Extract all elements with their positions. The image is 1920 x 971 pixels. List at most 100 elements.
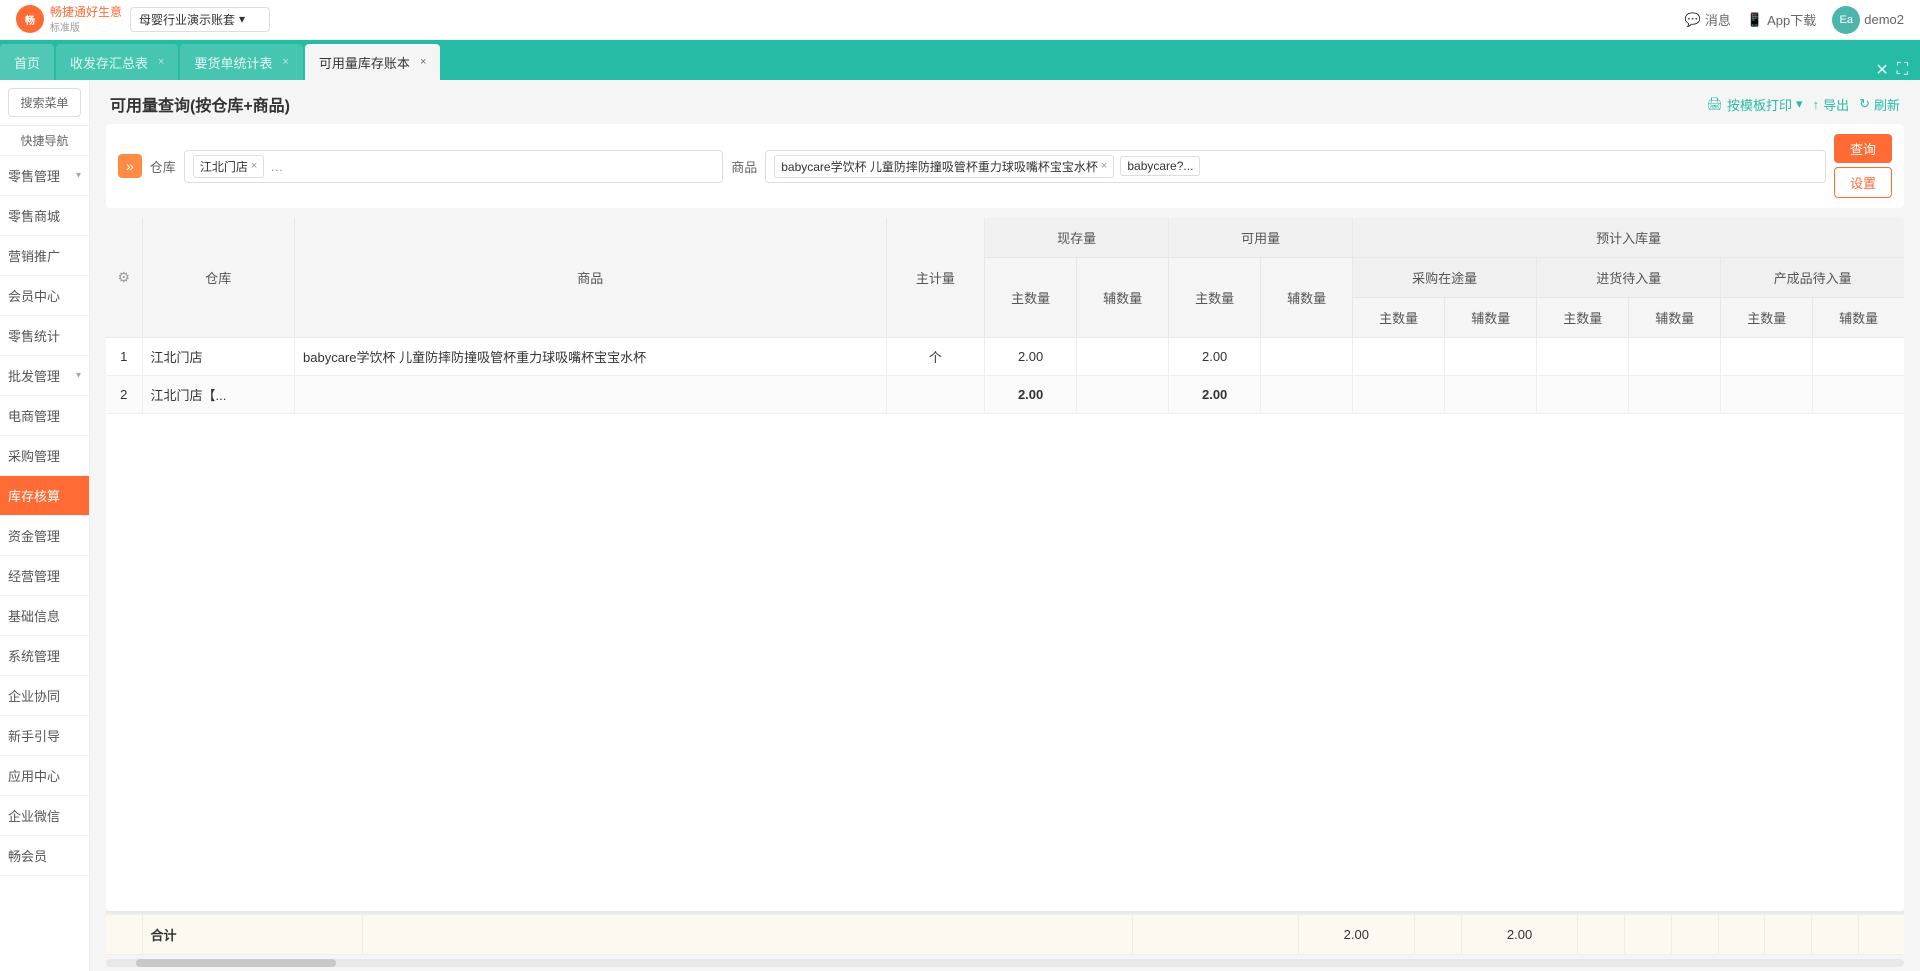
sidebar-item-purchase[interactable]: 采购管理 [0, 436, 89, 476]
summary-available-main: 2.00 [1461, 914, 1577, 955]
summary-table: 合计 2.00 2.00 [106, 913, 1904, 955]
logo-text-area: 畅捷通好生意 标准版 [50, 5, 122, 34]
export-btn[interactable]: ↑ 导出 [1813, 95, 1850, 114]
tab-receive[interactable]: 收发存汇总表 × [56, 44, 178, 80]
org-selector[interactable]: 母婴行业演示账套 ▾ [130, 7, 270, 32]
tab-order-close[interactable]: × [282, 56, 288, 68]
page-title: 可用量查询(按仓库+商品) [110, 92, 290, 116]
warehouse-more-icon[interactable]: … [270, 159, 283, 174]
print-btn[interactable]: 🖨 按模板打印 ▾ [1707, 95, 1803, 114]
th-purchase-group: 采购在途量 [1353, 258, 1537, 298]
sidebar-item-system[interactable]: 系统管理 [0, 636, 89, 676]
sidebar-item-enterprise[interactable]: 企业协同 [0, 676, 89, 716]
sidebar-item-wholesale-label: 批发管理 [8, 366, 60, 385]
row-2-stock-aux [1077, 376, 1169, 414]
row-1-stock-aux [1077, 338, 1169, 376]
quick-nav-btn[interactable]: 快捷导航 [0, 126, 89, 156]
tab-order-label: 要货单统计表 [194, 53, 272, 72]
summary-purchase-main [1625, 914, 1672, 955]
th-planned-group: 预计入库量 [1353, 218, 1904, 258]
summary-empty-1 [106, 914, 142, 955]
sidebar-item-finance[interactable]: 资金管理 [0, 516, 89, 556]
sidebar-item-basics[interactable]: 基础信息 [0, 596, 89, 636]
th-purchase-main: 主数量 [1353, 298, 1445, 338]
app-download-btn[interactable]: 📱 App下载 [1747, 10, 1816, 29]
tab-receive-close[interactable]: × [158, 56, 164, 68]
product-tag-1: babycare学饮杯 儿童防摔防撞吸管杯重力球吸嘴杯宝宝水杯 × [774, 155, 1114, 178]
sidebar-item-marketing[interactable]: 营销推广 [0, 236, 89, 276]
tab-home[interactable]: 首页 [0, 44, 54, 80]
tab-available-label: 可用量库存账本 [319, 53, 410, 72]
sidebar-item-retail-stats[interactable]: 零售统计 [0, 316, 89, 356]
sidebar-item-member[interactable]: 会员中心 [0, 276, 89, 316]
th-settings: ⚙ [106, 218, 142, 338]
row-2-warehouse: 江北门店【... [142, 376, 295, 414]
filter-expand-btn[interactable]: » [118, 154, 142, 178]
product-tag-2: babycare?... [1120, 156, 1200, 176]
row-2-purchase-main [1353, 376, 1445, 414]
th-production-group: 产成品待入量 [1721, 258, 1904, 298]
refresh-icon: ↻ [1859, 96, 1870, 112]
horizontal-scrollbar[interactable] [106, 955, 1904, 971]
summary-unit-empty [1133, 914, 1298, 955]
row-1-available-aux [1261, 338, 1353, 376]
chevron-down-icon: ▾ [239, 12, 245, 26]
top-bar: 畅 畅捷通好生意 标准版 母婴行业演示账套 ▾ 💬 消息 📱 App下载 Ea … [0, 0, 1920, 40]
th-stock-main: 主数量 [985, 258, 1077, 338]
scrollbar-thumb[interactable] [136, 959, 336, 967]
th-available-group: 可用量 [1169, 218, 1353, 258]
sidebar-item-inventory[interactable]: 库存核算 [0, 476, 89, 516]
refresh-btn[interactable]: ↻ 刷新 [1859, 95, 1900, 114]
tab-available[interactable]: 可用量库存账本 × [305, 44, 440, 80]
sidebar-item-marketing-label: 营销推广 [8, 246, 60, 265]
sidebar-item-system-label: 系统管理 [8, 646, 60, 665]
scrollbar-track [106, 959, 1904, 967]
summary-stock-main: 2.00 [1298, 914, 1414, 955]
sidebar-item-ecommerce[interactable]: 电商管理 [0, 396, 89, 436]
nav-right-buttons: ✕ ⛶ [1875, 60, 1920, 80]
settings-icon[interactable]: ⚙ [117, 269, 130, 285]
printer-icon: 🖨 [1707, 96, 1724, 112]
sidebar-item-appstore[interactable]: 应用中心 [0, 756, 89, 796]
sidebar-item-finance-label: 资金管理 [8, 526, 60, 545]
logo-text: 畅捷通好生意 [50, 5, 122, 19]
tab-available-close[interactable]: × [420, 56, 426, 68]
sidebar-item-inventory-label: 库存核算 [8, 486, 60, 505]
row-2-unit [886, 376, 985, 414]
search-menu-btn[interactable]: 搜索菜单 [8, 88, 81, 117]
warehouse-tag-area[interactable]: 江北门店 × … [184, 150, 723, 183]
sidebar-item-member2[interactable]: 畅会员 [0, 836, 89, 876]
product-tag-2-value: babycare?... [1127, 159, 1193, 173]
row-1-product: babycare学饮杯 儿童防摔防撞吸管杯重力球吸嘴杯宝宝水杯 [295, 338, 887, 376]
settings-btn[interactable]: 设置 [1834, 167, 1892, 198]
th-production-aux: 辅数量 [1813, 298, 1904, 338]
row-1-stock-main: 2.00 [985, 338, 1077, 376]
th-unit: 主计量 [886, 218, 985, 338]
close-tab-btn[interactable]: ✕ [1875, 60, 1888, 80]
tab-home-label: 首页 [14, 53, 40, 72]
data-table: ⚙ 仓库 商品 主计量 现存量 可用量 预计入库量 主数量 辅数量 主数量 辅数… [106, 218, 1904, 414]
sidebar-item-operations[interactable]: 经营管理 [0, 556, 89, 596]
message-btn[interactable]: 💬 消息 [1685, 10, 1731, 29]
chevron-down-icon: ▾ [1796, 96, 1803, 112]
sidebar-item-wecom[interactable]: 企业微信 [0, 796, 89, 836]
page-header: 可用量查询(按仓库+商品) 🖨 按模板打印 ▾ ↑ 导出 ↻ 刷新 [90, 80, 1920, 124]
sidebar-item-basics-label: 基础信息 [8, 606, 60, 625]
summary-label: 合计 [142, 914, 362, 955]
product-tag-1-close[interactable]: × [1101, 160, 1107, 172]
logo-area: 畅 畅捷通好生意 标准版 [16, 5, 122, 34]
sidebar-item-wholesale[interactable]: 批发管理 ▾ [0, 356, 89, 396]
filter-area: » 仓库 江北门店 × … 商品 babycare学饮杯 儿童防摔防撞吸管杯重力… [106, 124, 1904, 208]
sidebar: 搜索菜单 快捷导航 零售管理 ▾ 零售商城 营销推广 会员中心 零售统计 批发管… [0, 80, 90, 971]
sidebar-item-retail[interactable]: 零售管理 ▾ [0, 156, 89, 196]
sidebar-item-newguide[interactable]: 新手引导 [0, 716, 89, 756]
warehouse-tag-close[interactable]: × [251, 160, 257, 172]
user-area[interactable]: Ea demo2 [1832, 6, 1904, 34]
table-summary-footer: 合计 2.00 2.00 [106, 911, 1904, 955]
tab-order[interactable]: 要货单统计表 × [180, 44, 302, 80]
query-btn[interactable]: 查询 [1834, 134, 1892, 163]
product-tag-area[interactable]: babycare学饮杯 儿童防摔防撞吸管杯重力球吸嘴杯宝宝水杯 × babyca… [765, 150, 1826, 183]
sidebar-item-retail-shop[interactable]: 零售商城 [0, 196, 89, 236]
avatar: Ea [1832, 6, 1860, 34]
expand-btn[interactable]: ⛶ [1897, 61, 1908, 79]
